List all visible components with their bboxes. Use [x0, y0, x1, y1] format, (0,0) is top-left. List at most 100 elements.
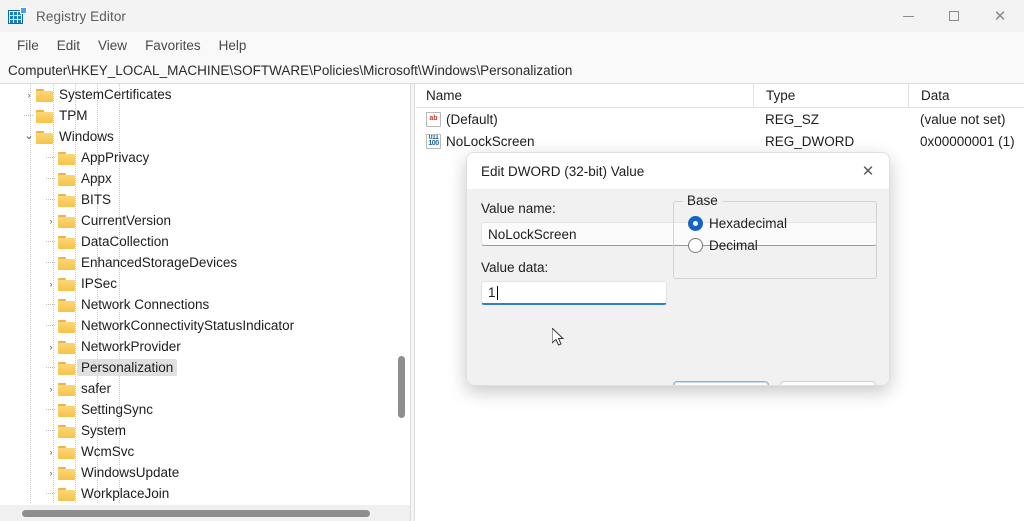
minimize-button[interactable]	[886, 0, 931, 32]
close-icon: ✕	[993, 7, 1007, 25]
menu-item-favorites[interactable]: Favorites	[136, 36, 210, 55]
column-header-name[interactable]: Name	[416, 87, 753, 105]
base-group: Base Hexadecimal Decimal	[673, 193, 877, 279]
tree-item-networkconnectivitystatusindicator[interactable]: NetworkConnectivityStatusIndicator	[0, 315, 410, 336]
dialog-title: Edit DWORD (32-bit) Value	[481, 163, 645, 179]
chevron-right-icon[interactable]: ›	[22, 84, 36, 105]
registry-tree-pane[interactable]: › SystemCertificates TPM ⌄ Windows AppPrivacy…	[0, 84, 410, 521]
chevron-right-icon[interactable]: ›	[44, 336, 58, 357]
string-value-icon: ab	[426, 111, 441, 127]
values-cell-name: 011 100 NoLockScreen	[416, 133, 753, 149]
column-header-type[interactable]: Type	[753, 83, 908, 108]
column-header-data[interactable]: Data	[908, 83, 1024, 108]
radio-decimal-icon	[688, 238, 703, 253]
tree-item-ipsec[interactable]: › IPSec	[0, 273, 410, 294]
tree-item-tpm[interactable]: TPM	[0, 105, 410, 126]
pane-splitter[interactable]	[410, 84, 415, 521]
tree-vertical-scrollbar[interactable]	[397, 84, 406, 521]
base-group-legend: Base	[683, 193, 722, 208]
window-title: Registry Editor	[36, 8, 127, 24]
chevron-right-icon[interactable]: ›	[44, 273, 58, 294]
tree-item-wcmsvc[interactable]: › WcmSvc	[0, 441, 410, 462]
tree-item-systemcertificates[interactable]: › SystemCertificates	[0, 84, 410, 105]
registry-tree-list: › SystemCertificates TPM ⌄ Windows AppPrivacy…	[0, 84, 410, 504]
tree-item-settingsync[interactable]: SettingSync	[0, 399, 410, 420]
folder-icon	[36, 88, 53, 102]
tree-item-windows[interactable]: ⌄ Windows	[0, 126, 410, 147]
chevron-right-icon[interactable]: ›	[44, 210, 58, 231]
values-row[interactable]: 011 100 NoLockScreen REG_DWORD 0x00000001 (1…	[416, 130, 1024, 152]
cancel-button[interactable]: Cancel	[780, 381, 876, 385]
tree-vertical-scroll-thumb[interactable]	[398, 356, 405, 418]
registry-path: Computer\HKEY_LOCAL_MACHINE\SOFTWARE\Pol…	[8, 63, 573, 78]
chevron-right-icon[interactable]: ›	[44, 462, 58, 483]
dialog-close-button[interactable]: ✕	[847, 153, 889, 189]
tree-item-networkprovider[interactable]: › NetworkProvider	[0, 336, 410, 357]
mouse-cursor-icon	[552, 328, 565, 346]
values-row[interactable]: ab (Default) REG_SZ (value not set)	[416, 108, 1024, 130]
chevron-right-icon[interactable]: ›	[44, 441, 58, 462]
folder-icon	[58, 403, 75, 417]
folder-icon	[58, 445, 75, 459]
menu-item-view[interactable]: View	[89, 36, 136, 55]
tree-item-safer[interactable]: › safer	[0, 378, 410, 399]
values-cell-name: ab (Default)	[416, 111, 753, 127]
tree-item-label: IPSec	[81, 276, 118, 291]
menu-item-help[interactable]: Help	[210, 36, 256, 55]
ok-button[interactable]: OK	[673, 381, 769, 385]
tree-item-label: Network Connections	[81, 297, 210, 312]
tree-item-bits[interactable]: BITS	[0, 189, 410, 210]
edit-dword-dialog: Edit DWORD (32-bit) Value ✕ Value name: …	[466, 152, 890, 386]
tree-item-label: DataCollection	[81, 234, 169, 249]
tree-item-label: SettingSync	[81, 402, 154, 417]
tree-horizontal-scrollbar[interactable]	[0, 505, 410, 521]
tree-item-personalization[interactable]: Personalization	[0, 357, 410, 378]
tree-item-label: Appx	[81, 171, 112, 186]
tree-item-network-connections[interactable]: Network Connections	[0, 294, 410, 315]
chevron-right-icon[interactable]: ›	[44, 378, 58, 399]
close-icon: ✕	[861, 163, 875, 180]
tree-indent-stub	[44, 168, 58, 189]
values-cell-data: 0x00000001 (1)	[920, 133, 1015, 149]
maximize-button[interactable]	[931, 0, 976, 32]
folder-icon	[58, 424, 75, 438]
tree-indent-stub	[44, 231, 58, 252]
tree-item-label: AppPrivacy	[81, 150, 150, 165]
registry-editor-icon	[8, 7, 27, 25]
tree-item-label: BITS	[81, 192, 112, 207]
window-controls: ✕	[886, 0, 1024, 32]
folder-icon	[58, 382, 75, 396]
folder-icon	[58, 172, 75, 186]
menu-item-edit[interactable]: Edit	[48, 36, 89, 55]
tree-item-label: NetworkConnectivityStatusIndicator	[81, 318, 295, 333]
tree-item-enhancedstoragedevices[interactable]: EnhancedStorageDevices	[0, 252, 410, 273]
menu-item-file[interactable]: File	[8, 36, 48, 55]
tree-item-label: CurrentVersion	[81, 213, 172, 228]
radio-hexadecimal[interactable]: Hexadecimal	[688, 216, 876, 231]
address-bar[interactable]: Computer\HKEY_LOCAL_MACHINE\SOFTWARE\Pol…	[0, 58, 1024, 84]
tree-item-windowsupdate[interactable]: › WindowsUpdate	[0, 462, 410, 483]
tree-indent-stub	[44, 483, 58, 504]
folder-icon	[58, 319, 75, 333]
value-data-input[interactable]: 1	[481, 281, 667, 305]
tree-item-label: Windows	[59, 129, 114, 144]
values-cell-data: (value not set)	[920, 111, 1006, 127]
tree-item-system[interactable]: System	[0, 420, 410, 441]
radio-hexadecimal-icon	[688, 216, 703, 231]
chevron-down-icon[interactable]: ⌄	[22, 125, 36, 146]
tree-item-datacollection[interactable]: DataCollection	[0, 231, 410, 252]
folder-icon	[58, 361, 75, 375]
tree-item-currentversion[interactable]: › CurrentVersion	[0, 210, 410, 231]
tree-item-workplacejoin[interactable]: WorkplaceJoin	[0, 483, 410, 504]
tree-indent-stub	[22, 105, 36, 126]
tree-item-appx[interactable]: Appx	[0, 168, 410, 189]
tree-item-appprivacy[interactable]: AppPrivacy	[0, 147, 410, 168]
values-column-headers: Name Type Data	[416, 83, 1024, 108]
tree-horizontal-scroll-thumb[interactable]	[22, 510, 370, 517]
close-button[interactable]: ✕	[976, 0, 1024, 32]
tree-item-label: NetworkProvider	[81, 339, 181, 354]
value-name-text: NoLockScreen	[488, 226, 577, 242]
folder-icon	[58, 256, 75, 270]
radio-decimal[interactable]: Decimal	[688, 238, 876, 253]
folder-icon	[36, 130, 53, 144]
